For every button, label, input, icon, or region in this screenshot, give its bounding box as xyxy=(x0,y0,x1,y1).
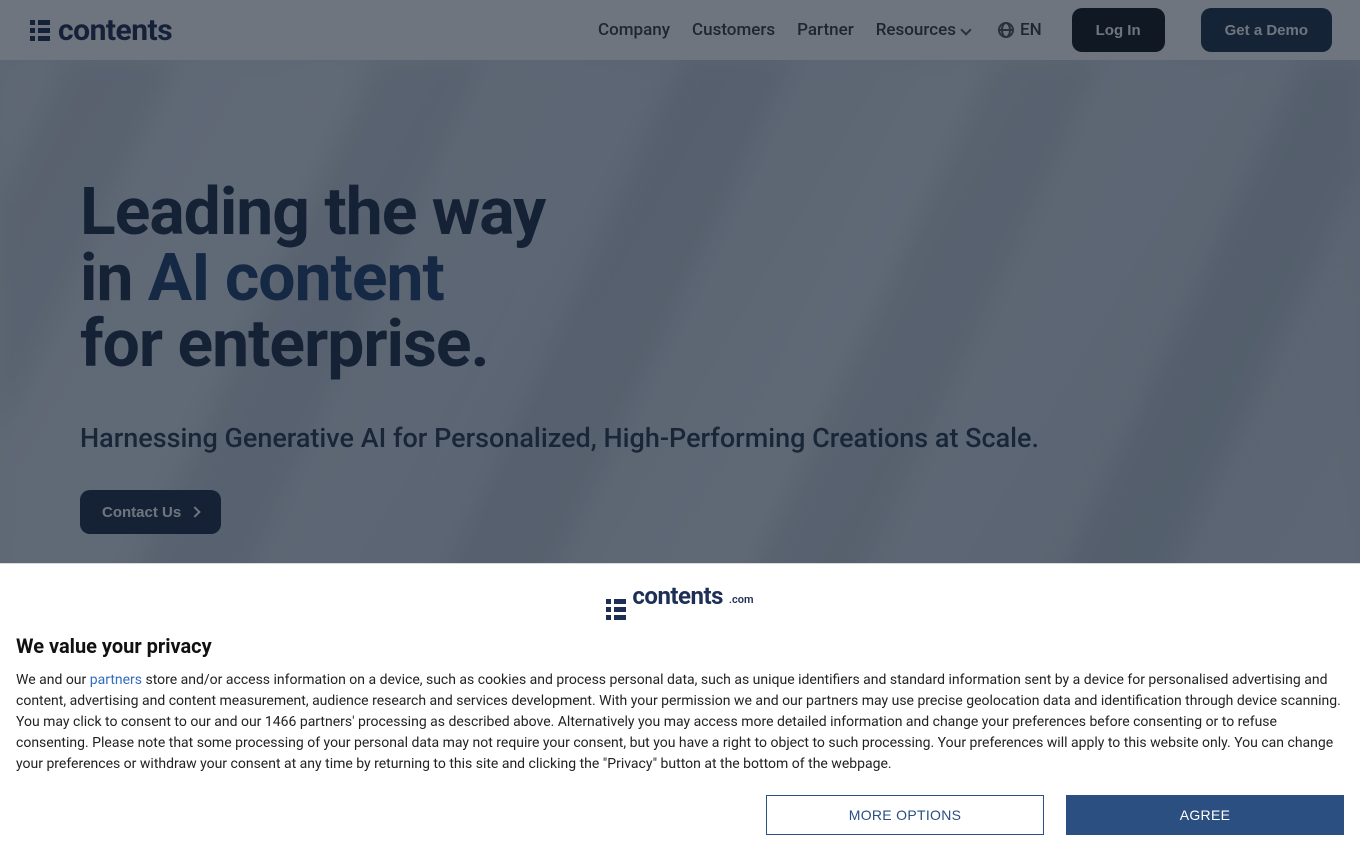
more-options-button[interactable]: MORE OPTIONS xyxy=(766,795,1044,835)
list-icon xyxy=(30,20,50,41)
consent-banner: contents .com We value your privacy We an… xyxy=(0,563,1360,859)
language-code: EN xyxy=(1020,20,1042,40)
hero-content: Leading the way in AI content for enterp… xyxy=(0,60,1200,534)
globe-icon xyxy=(998,22,1014,38)
contact-us-label: Contact Us xyxy=(102,504,181,521)
brand-logo[interactable]: contents xyxy=(30,13,172,48)
partners-link[interactable]: partners xyxy=(90,672,142,688)
header: contents Company Customers Partner Resou… xyxy=(0,0,1360,60)
list-icon xyxy=(606,599,626,620)
agree-button[interactable]: AGREE xyxy=(1066,795,1344,835)
consent-text-body: store and/or access information on a dev… xyxy=(16,672,1341,772)
consent-brand-word: contents xyxy=(632,582,723,610)
hero-title-line3: for enterprise. xyxy=(80,306,489,383)
consent-brand-suffix: .com xyxy=(729,593,754,606)
login-button[interactable]: Log In xyxy=(1072,8,1165,52)
hero-title: Leading the way in AI content for enterp… xyxy=(80,180,1120,378)
hero-subtitle: Harnessing Generative AI for Personalize… xyxy=(80,422,1120,454)
nav-resources-label: Resources xyxy=(876,20,956,40)
consent-title: We value your privacy xyxy=(16,634,1344,658)
language-selector[interactable]: EN xyxy=(998,20,1042,40)
consent-text-prefix: We and our xyxy=(16,672,90,688)
nav-resources[interactable]: Resources xyxy=(876,20,970,40)
nav-company[interactable]: Company xyxy=(598,20,670,40)
main-nav: Company Customers Partner Resources EN L… xyxy=(598,8,1332,52)
nav-customers[interactable]: Customers xyxy=(692,20,775,40)
chevron-down-icon xyxy=(960,25,970,35)
consent-text: We and our partners store and/or access … xyxy=(16,670,1344,775)
brand-word: contents xyxy=(58,13,172,48)
get-demo-button[interactable]: Get a Demo xyxy=(1201,8,1332,52)
consent-actions: MORE OPTIONS AGREE xyxy=(16,795,1344,835)
nav-partner[interactable]: Partner xyxy=(797,20,854,40)
chevron-right-icon xyxy=(190,506,201,517)
consent-brand-logo: contents .com xyxy=(16,582,1344,620)
contact-us-button[interactable]: Contact Us xyxy=(80,490,221,534)
